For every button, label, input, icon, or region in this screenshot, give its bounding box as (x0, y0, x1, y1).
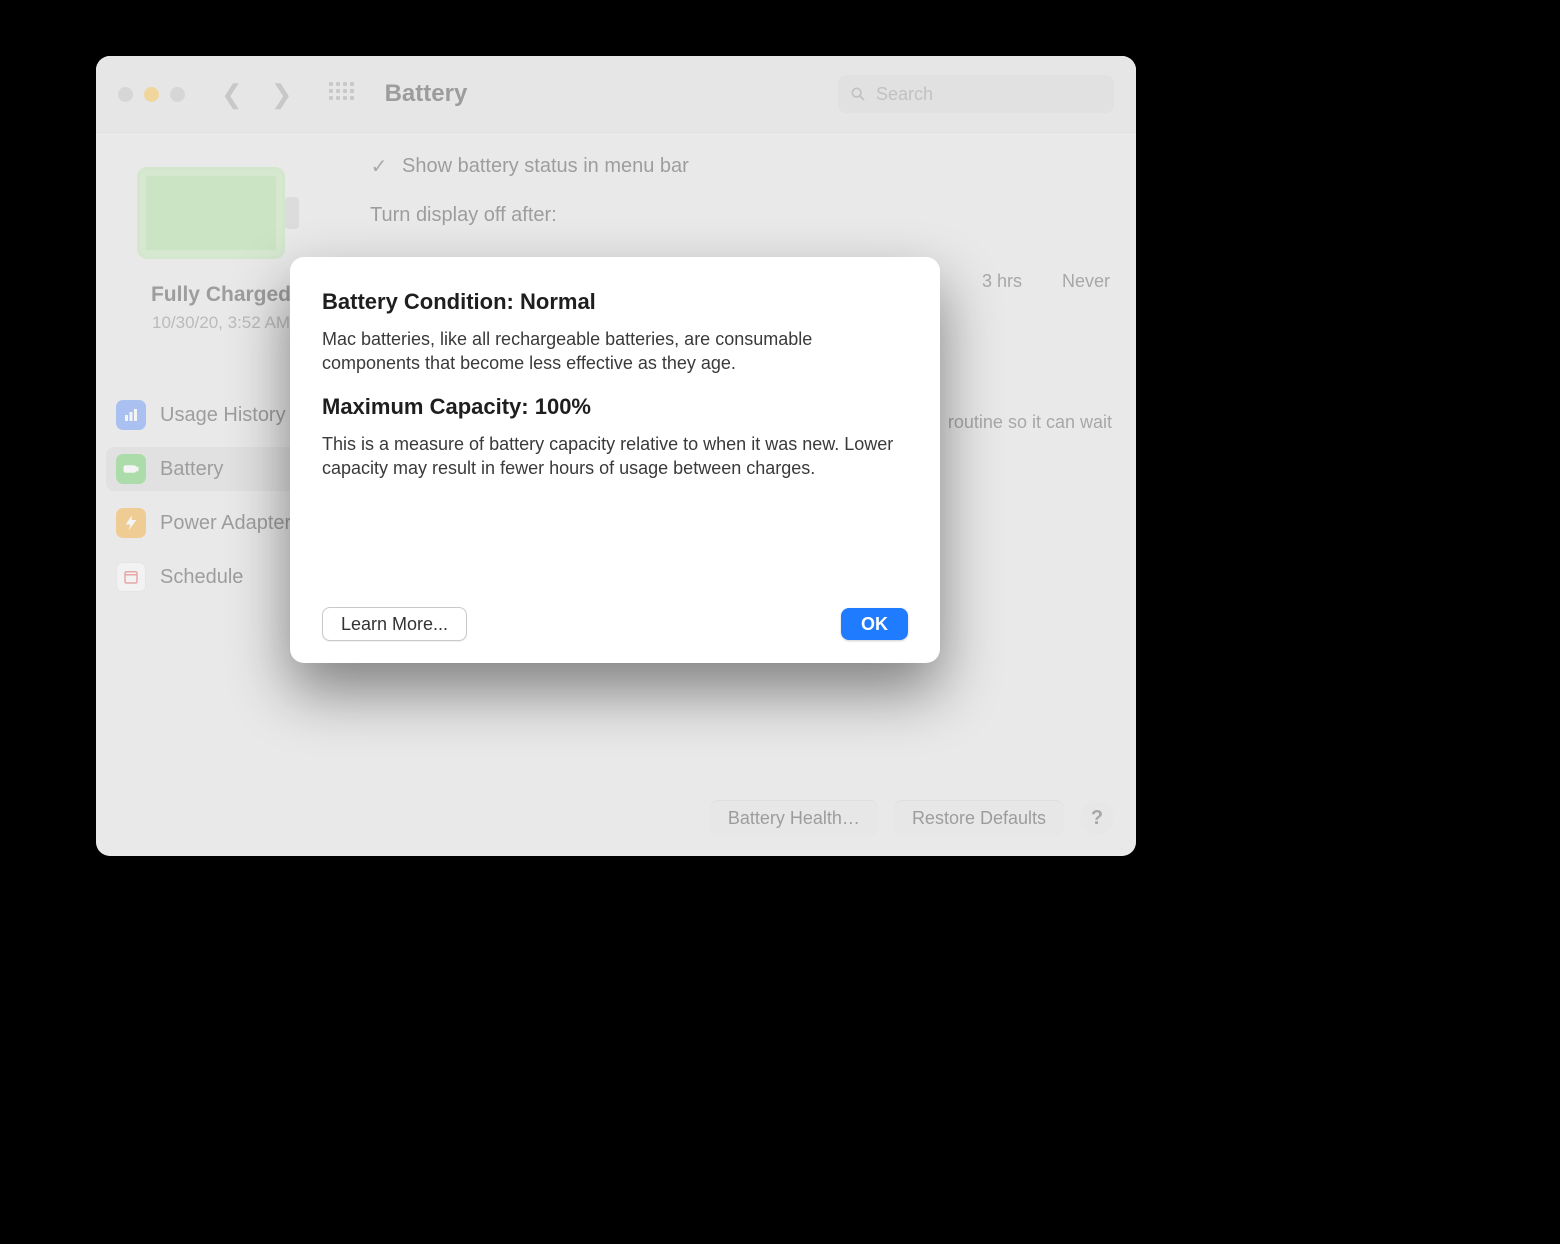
tick-3hrs: 3 hrs (982, 271, 1022, 292)
window-traffic-lights (118, 87, 185, 102)
show-status-checkbox-label: Show battery status in menu bar (402, 155, 689, 178)
battery-health-sheet: Battery Condition: Normal Mac batteries,… (290, 257, 940, 663)
battery-graphic-icon (137, 167, 305, 259)
ok-label: OK (861, 614, 888, 634)
sidebar-item-label: Power Adapter (160, 512, 291, 535)
schedule-icon (116, 562, 146, 592)
minimize-window-button[interactable] (144, 87, 159, 102)
search-input[interactable] (874, 83, 1102, 106)
learn-more-label: Learn More... (341, 614, 448, 634)
battery-health-button[interactable]: Battery Health… (710, 800, 878, 836)
sidebar-item-label: Battery (160, 458, 223, 481)
restore-defaults-button[interactable]: Restore Defaults (894, 800, 1064, 836)
battery-condition-heading: Battery Condition: Normal (322, 289, 908, 315)
ok-button[interactable]: OK (841, 608, 908, 640)
sidebar-item-label: Schedule (160, 566, 243, 589)
help-button[interactable]: ? (1080, 801, 1114, 835)
window-title: Battery (385, 80, 468, 108)
maximize-window-button[interactable] (170, 87, 185, 102)
search-icon (850, 85, 866, 103)
power-adapter-icon (116, 508, 146, 538)
battery-icon (116, 454, 146, 484)
back-button[interactable]: ❮ (221, 79, 243, 110)
show-all-icon[interactable] (329, 82, 353, 106)
learn-more-button[interactable]: Learn More... (322, 607, 467, 641)
close-window-button[interactable] (118, 87, 133, 102)
usage-history-icon (116, 400, 146, 430)
battery-condition-description: Mac batteries, like all rechargeable bat… (322, 327, 908, 376)
help-icon: ? (1091, 807, 1103, 830)
battery-health-label: Battery Health… (728, 808, 860, 829)
maximum-capacity-description: This is a measure of battery capacity re… (322, 432, 908, 481)
maximum-capacity-heading: Maximum Capacity: 100% (322, 394, 908, 420)
sidebar-item-label: Usage History (160, 404, 286, 427)
titlebar: ❮ ❯ Battery (96, 56, 1136, 133)
tick-never: Never (1062, 271, 1110, 292)
search-field[interactable] (838, 75, 1114, 113)
bottom-bar: Battery Health… Restore Defaults ? (346, 779, 1136, 856)
turn-display-off-label: Turn display off after: (370, 204, 1112, 227)
forward-button[interactable]: ❯ (271, 79, 293, 110)
restore-defaults-label: Restore Defaults (912, 808, 1046, 829)
nav-arrows: ❮ ❯ (221, 79, 293, 110)
checkmark-icon[interactable]: ✓ (370, 158, 388, 176)
